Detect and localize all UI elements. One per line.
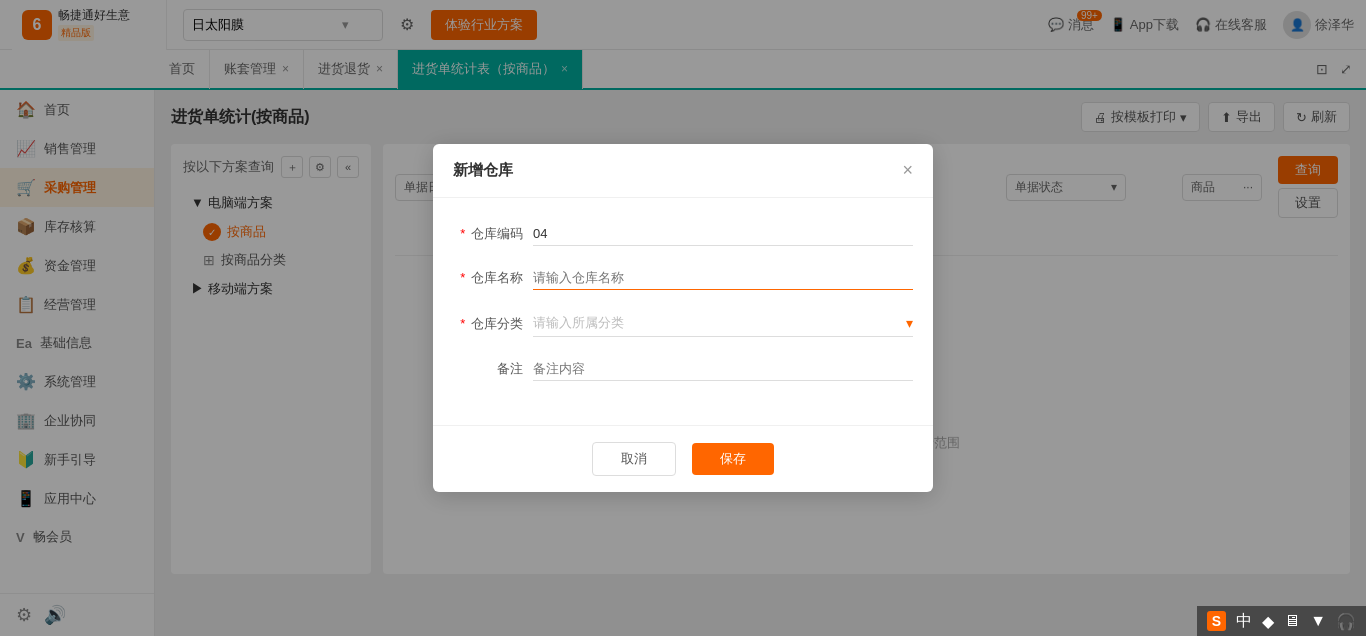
code-input[interactable] bbox=[533, 222, 913, 246]
bottom-monitor-icon[interactable]: 🖥 bbox=[1284, 612, 1300, 630]
code-required: * bbox=[460, 226, 465, 241]
s-logo: S bbox=[1207, 611, 1226, 631]
category-placeholder: 请输入所属分类 bbox=[533, 314, 624, 332]
new-warehouse-modal: 新增仓库 × * 仓库编码 * 仓库名称 bbox=[433, 144, 933, 492]
modal-title: 新增仓库 bbox=[453, 161, 513, 180]
bottom-arrow-icon[interactable]: ▼ bbox=[1310, 612, 1326, 630]
note-label: 备注 bbox=[453, 360, 533, 378]
bottom-headset-icon[interactable]: 🎧 bbox=[1336, 612, 1356, 631]
category-dropdown-icon: ▾ bbox=[906, 315, 913, 331]
modal-header: 新增仓库 × bbox=[433, 144, 933, 198]
bottom-right-bar: S 中 ◆ 🖥 ▼ 🎧 bbox=[1197, 606, 1366, 636]
form-row-name: * 仓库名称 bbox=[453, 266, 913, 290]
bottom-diamond-icon: ◆ bbox=[1262, 612, 1274, 631]
name-required: * bbox=[460, 270, 465, 285]
modal-overlay: 新增仓库 × * 仓库编码 * 仓库名称 bbox=[0, 0, 1366, 636]
modal-footer: 取消 保存 bbox=[433, 425, 933, 492]
category-select[interactable]: 请输入所属分类 ▾ bbox=[533, 310, 913, 337]
name-label: * 仓库名称 bbox=[453, 269, 533, 287]
name-input[interactable] bbox=[533, 266, 913, 290]
modal-close-button[interactable]: × bbox=[902, 160, 913, 181]
category-required: * bbox=[460, 316, 465, 331]
cancel-button[interactable]: 取消 bbox=[592, 442, 676, 476]
note-input[interactable] bbox=[533, 357, 913, 381]
form-row-code: * 仓库编码 bbox=[453, 222, 913, 246]
bottom-zh-icon[interactable]: 中 bbox=[1236, 611, 1252, 632]
save-button[interactable]: 保存 bbox=[692, 443, 774, 475]
modal-body: * 仓库编码 * 仓库名称 * 仓库分类 请输入所属 bbox=[433, 198, 933, 425]
form-row-note: 备注 bbox=[453, 357, 913, 381]
category-label: * 仓库分类 bbox=[453, 315, 533, 333]
code-label: * 仓库编码 bbox=[453, 225, 533, 243]
form-row-category: * 仓库分类 请输入所属分类 ▾ bbox=[453, 310, 913, 337]
